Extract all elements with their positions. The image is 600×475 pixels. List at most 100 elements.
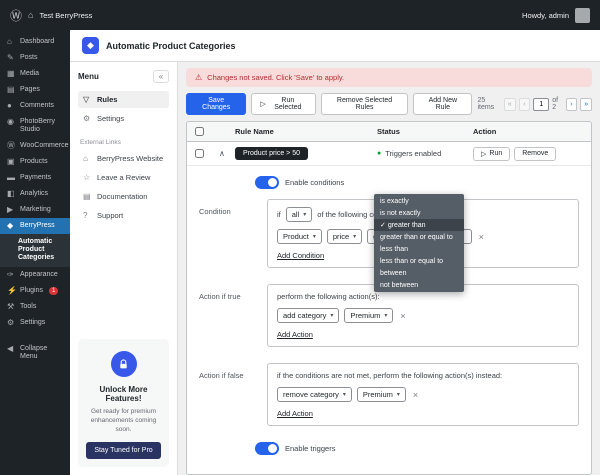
remove-action-icon[interactable]: ×	[400, 311, 405, 321]
home-icon: ⌂	[28, 10, 34, 20]
toolbar: Save Changes ▷ Run Selected Remove Select…	[186, 93, 593, 115]
chevron-down-icon: ▾	[384, 313, 388, 319]
action-true-box: perform the following action(s): add cat…	[267, 284, 579, 347]
sidebar-item-plugins[interactable]: ⚡ Plugins 1	[0, 283, 70, 299]
sidebar-item-berrypress[interactable]: ◆ BerryPress	[0, 218, 70, 234]
enable-conditions-toggle[interactable]	[255, 176, 279, 189]
green-dot-icon: ●	[377, 150, 382, 157]
remove-condition-icon[interactable]: ×	[479, 232, 484, 242]
gear-icon: ⚙	[83, 114, 91, 123]
external-links-header: External Links	[80, 139, 121, 146]
pages-icon: ▤	[7, 85, 15, 94]
table-header-row: Rule Name Status Action	[187, 122, 591, 142]
match-type-select[interactable]: all ▾	[285, 207, 313, 222]
external-link-website[interactable]: ⌂ BerryPress Website	[78, 150, 169, 167]
row-checkbox[interactable]	[195, 149, 204, 158]
rule-name-button[interactable]: Product price > 50	[235, 147, 309, 160]
table-row: ∧ Product price > 50 ● Triggers enabled ▷…	[187, 142, 591, 166]
promo-text: Get ready for premium enhancements comin…	[90, 408, 157, 433]
sidebar-item-dashboard[interactable]: ⌂ Dashboard	[0, 34, 70, 50]
chevron-down-icon: ▾	[330, 313, 334, 319]
sidebar-item-media[interactable]: ▦ Media	[0, 66, 70, 82]
sidebar-item-products[interactable]: ▣ Products	[0, 154, 70, 170]
howdy-admin-link[interactable]: Howdy, admin	[522, 11, 569, 20]
plugin-logo-icon: ◆	[82, 37, 99, 54]
prev-page-button[interactable]: ‹	[518, 97, 531, 111]
operator-option[interactable]: is exactly	[374, 195, 464, 207]
first-page-button[interactable]: «	[503, 97, 516, 111]
condition-field-select[interactable]: price ▾	[326, 229, 363, 244]
collapse-menu-button[interactable]: ◀ Collapse Menu	[0, 341, 70, 365]
sidebar-item-woocommerce[interactable]: Ⓦ WooCommerce	[0, 138, 70, 154]
operator-option[interactable]: greater than or equal to	[374, 231, 464, 243]
collapse-row-icon[interactable]: ∧	[219, 149, 235, 158]
operator-option-selected[interactable]: ✓ greater than	[374, 219, 464, 231]
plugin-nav-settings[interactable]: ⚙ Settings	[78, 110, 169, 127]
sidebar-subitem-automatic-product-categories[interactable]: Automatic Product Categories	[0, 234, 70, 267]
operator-option[interactable]: between	[374, 267, 464, 279]
site-name-link[interactable]: Test BerryPress	[39, 11, 92, 20]
column-action: Action	[473, 127, 497, 136]
page-input[interactable]	[533, 97, 550, 111]
help-icon: ?	[83, 211, 88, 220]
chevron-down-icon: ▾	[312, 234, 316, 240]
sidebar-item-analytics[interactable]: ◧ Analytics	[0, 186, 70, 202]
plugins-update-badge: 1	[48, 287, 59, 295]
run-rule-button[interactable]: ▷ Run	[473, 146, 511, 161]
run-selected-button[interactable]: ▷ Run Selected	[251, 93, 316, 115]
sidebar-item-posts[interactable]: ✎ Posts	[0, 50, 70, 66]
external-link-documentation[interactable]: ▤ Documentation	[78, 188, 169, 205]
operator-option[interactable]: less than or equal to	[374, 255, 464, 267]
save-changes-button[interactable]: Save Changes	[186, 93, 247, 115]
play-icon: ▷	[481, 150, 487, 158]
operator-option[interactable]: not between	[374, 279, 464, 291]
sidebar-item-pages[interactable]: ▤ Pages	[0, 82, 70, 98]
sidebar-item-tools[interactable]: ⚒ Tools	[0, 299, 70, 315]
sidebar-item-photoberry-studio[interactable]: ◉ PhotoBerry Studio	[0, 114, 70, 138]
next-page-button[interactable]: ›	[565, 97, 578, 111]
enable-triggers-toggle[interactable]	[255, 442, 279, 455]
true-category-select[interactable]: Premium ▾	[344, 308, 394, 323]
add-action-link[interactable]: Add Action	[277, 330, 313, 339]
sidebar-item-payments[interactable]: ▬ Payments	[0, 170, 70, 186]
berrypress-icon: ◆	[7, 221, 14, 230]
wordpress-logo-icon[interactable]: Ⓦ	[10, 7, 22, 24]
false-action-select[interactable]: remove category ▾	[277, 387, 352, 402]
chevron-down-icon: ▾	[353, 234, 357, 240]
condition-subject-select[interactable]: Product ▾	[277, 229, 322, 244]
add-action-link[interactable]: Add Action	[277, 409, 313, 418]
false-category-select[interactable]: Premium ▾	[356, 387, 406, 402]
sidebar-item-appearance[interactable]: ✑ Appearance	[0, 267, 70, 283]
operator-option[interactable]: is not exactly	[374, 207, 464, 219]
plugin-nav-rules[interactable]: ▽ Rules	[78, 91, 169, 108]
stay-tuned-button[interactable]: Stay Tuned for Pro	[86, 442, 161, 459]
true-action-select[interactable]: add category ▾	[277, 308, 340, 323]
plugin-menu-label: Menu	[78, 72, 99, 81]
select-all-checkbox[interactable]	[195, 127, 204, 136]
sidebar-item-marketing[interactable]: ▶ Marketing	[0, 202, 70, 218]
woocommerce-icon: Ⓦ	[7, 141, 15, 150]
column-rule-name: Rule Name	[235, 127, 274, 136]
external-link-support[interactable]: ? Support	[78, 207, 169, 224]
operator-option[interactable]: less than	[374, 243, 464, 255]
status-badge: ● Triggers enabled	[377, 149, 442, 158]
play-icon: ▷	[260, 101, 266, 108]
condition-label: Condition	[199, 207, 231, 216]
check-icon: ✓	[380, 221, 386, 229]
items-count: 25 items	[477, 97, 495, 111]
add-condition-link[interactable]: Add Condition	[277, 251, 324, 260]
add-new-rule-button[interactable]: Add New Rule	[413, 93, 473, 115]
enable-triggers-label: Enable triggers	[285, 444, 336, 453]
last-page-button[interactable]: »	[580, 97, 593, 111]
remove-selected-rules-button[interactable]: Remove Selected Rules	[320, 93, 409, 115]
external-link-review[interactable]: ☆ Leave a Review	[78, 169, 169, 186]
sidebar-item-settings[interactable]: ⚙ Settings	[0, 315, 70, 331]
menu-collapse-button[interactable]: «	[153, 70, 169, 83]
action-if-false-label: Action if false	[199, 371, 244, 380]
remove-action-icon[interactable]: ×	[413, 390, 418, 400]
remove-rule-button[interactable]: Remove	[514, 146, 557, 161]
pagination: 25 items « ‹ of 2 › »	[477, 97, 593, 111]
avatar[interactable]	[575, 7, 590, 23]
sidebar-item-comments[interactable]: ● Comments	[0, 98, 70, 114]
main-content: ⚠ Changes not saved. Click 'Save' to app…	[178, 62, 600, 475]
